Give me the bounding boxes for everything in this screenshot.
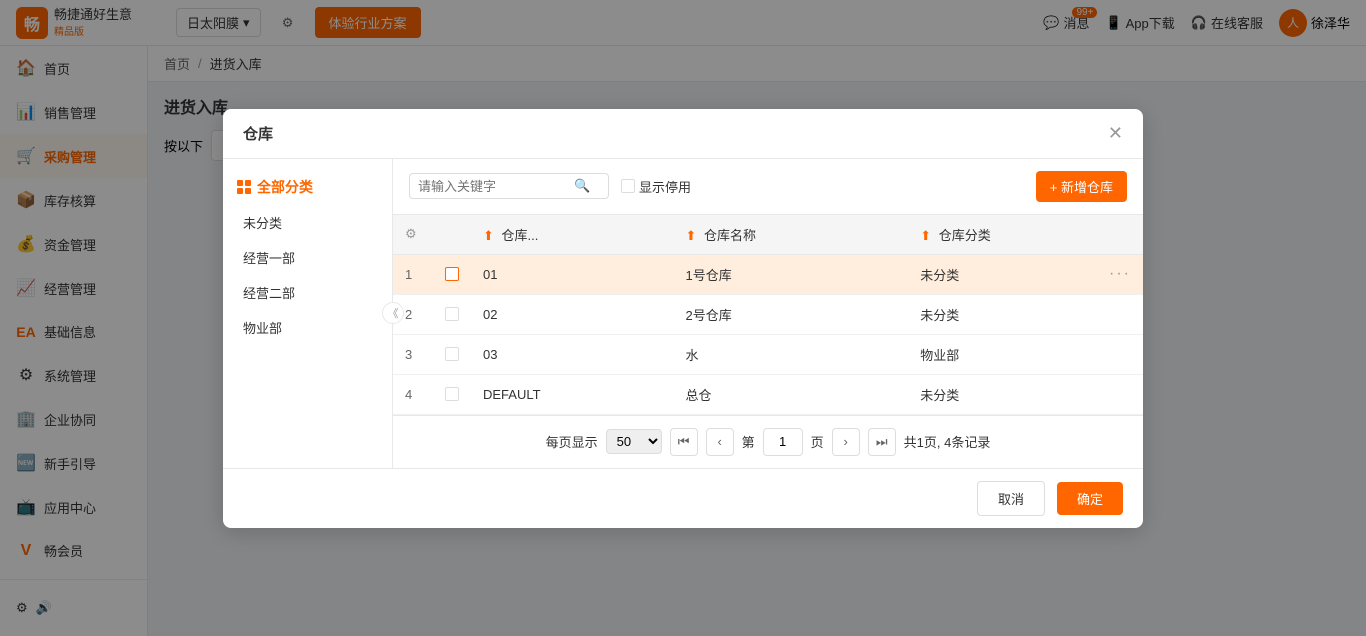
- table-row[interactable]: 4 DEFAULT 总仓 未分类: [393, 374, 1143, 414]
- cell-name: 2号仓库: [674, 294, 909, 334]
- cell-checkbox[interactable]: [433, 374, 471, 414]
- per-page-select[interactable]: 50 100: [606, 429, 662, 454]
- cell-checkbox[interactable]: [433, 254, 471, 294]
- right-panel: 🔍 显示停用 + 新增仓库 ⚙: [393, 159, 1143, 468]
- table-header-row: ⚙ ⬆ 仓库... ⬆ 仓库名称: [393, 215, 1143, 255]
- right-toolbar: 🔍 显示停用 + 新增仓库: [393, 159, 1143, 215]
- warehouse-table: ⚙ ⬆ 仓库... ⬆ 仓库名称: [393, 215, 1143, 415]
- modal-close-button[interactable]: ✕: [1108, 123, 1123, 144]
- col-gear: ⚙: [393, 215, 433, 255]
- cell-checkbox[interactable]: [433, 294, 471, 334]
- warehouse-modal: 仓库 ✕ 全部分类 《 未分类 经营一部: [223, 109, 1143, 528]
- category-item-dept1[interactable]: 经营一部: [223, 240, 392, 275]
- cancel-button[interactable]: 取消: [977, 481, 1045, 516]
- all-categories-header[interactable]: 全部分类: [223, 169, 392, 205]
- show-disabled-toggle[interactable]: 显示停用: [621, 177, 691, 196]
- col-checkbox: [433, 215, 471, 255]
- cell-category: 未分类: [908, 294, 1143, 334]
- chevron-left-icon: 《: [388, 305, 399, 321]
- cell-category: 未分类: [908, 374, 1143, 414]
- sort-icon-name: ⬆: [686, 228, 697, 243]
- cell-checkbox[interactable]: [433, 334, 471, 374]
- warehouse-table-container: ⚙ ⬆ 仓库... ⬆ 仓库名称: [393, 215, 1143, 415]
- per-page-label: 每页显示: [546, 432, 598, 451]
- col-code: ⬆ 仓库...: [471, 215, 674, 255]
- cell-name: 1号仓库: [674, 254, 909, 294]
- all-categories-label: 全部分类: [257, 177, 313, 197]
- category-item-dept2[interactable]: 经营二部: [223, 275, 392, 310]
- left-panel: 全部分类 《 未分类 经营一部 经营二部 物业部: [223, 159, 393, 468]
- cell-code: 02: [471, 294, 674, 334]
- cell-category: 物业部: [908, 334, 1143, 374]
- table-row[interactable]: 3 03 水 物业部: [393, 334, 1143, 374]
- last-page-button[interactable]: ⏭: [868, 428, 896, 456]
- next-page-button[interactable]: ›: [832, 428, 860, 456]
- add-warehouse-button[interactable]: + 新增仓库: [1036, 171, 1127, 202]
- cell-num: 1: [393, 254, 433, 294]
- cell-code: DEFAULT: [471, 374, 674, 414]
- page-label: 第: [742, 432, 755, 451]
- confirm-button[interactable]: 确定: [1057, 482, 1123, 515]
- show-disabled-checkbox[interactable]: [621, 179, 635, 193]
- search-input[interactable]: [418, 179, 568, 194]
- col-category: ⬆ 仓库分类: [908, 215, 1143, 255]
- modal-header: 仓库 ✕: [223, 109, 1143, 159]
- category-item-property[interactable]: 物业部: [223, 310, 392, 345]
- search-box: 🔍: [409, 173, 609, 199]
- modal-footer: 取消 确定: [223, 468, 1143, 528]
- table-row[interactable]: 1 01 1号仓库 未分类 ···: [393, 254, 1143, 294]
- pagination-bar: 每页显示 50 100 ⏮ ‹ 第 页 › ⏭ 共1页, 4条记录: [393, 415, 1143, 468]
- cell-name: 总仓: [674, 374, 909, 414]
- sort-icon-code: ⬆: [483, 228, 494, 243]
- modal-title: 仓库: [243, 123, 273, 144]
- more-button[interactable]: ···: [1109, 265, 1131, 283]
- show-disabled-label: 显示停用: [639, 177, 691, 196]
- category-item-uncategorized[interactable]: 未分类: [223, 205, 392, 240]
- modal-overlay[interactable]: 仓库 ✕ 全部分类 《 未分类 经营一部: [0, 0, 1366, 636]
- cell-code: 03: [471, 334, 674, 374]
- cell-name: 水: [674, 334, 909, 374]
- cell-num: 4: [393, 374, 433, 414]
- cell-code: 01: [471, 254, 674, 294]
- grid-icon: [237, 180, 251, 194]
- search-icon: 🔍: [574, 178, 590, 194]
- col-name: ⬆ 仓库名称: [674, 215, 909, 255]
- total-info: 共1页, 4条记录: [904, 432, 991, 451]
- modal-body: 全部分类 《 未分类 经营一部 经营二部 物业部: [223, 159, 1143, 468]
- collapse-panel-button[interactable]: 《: [382, 302, 404, 324]
- cell-category: 未分类 ···: [908, 254, 1143, 294]
- current-page-input[interactable]: [763, 428, 803, 456]
- table-row[interactable]: 2 02 2号仓库 未分类: [393, 294, 1143, 334]
- first-page-button[interactable]: ⏮: [670, 428, 698, 456]
- cell-num: 3: [393, 334, 433, 374]
- page-suffix: 页: [811, 432, 824, 451]
- sort-icon-category: ⬆: [920, 228, 931, 243]
- prev-page-button[interactable]: ‹: [706, 428, 734, 456]
